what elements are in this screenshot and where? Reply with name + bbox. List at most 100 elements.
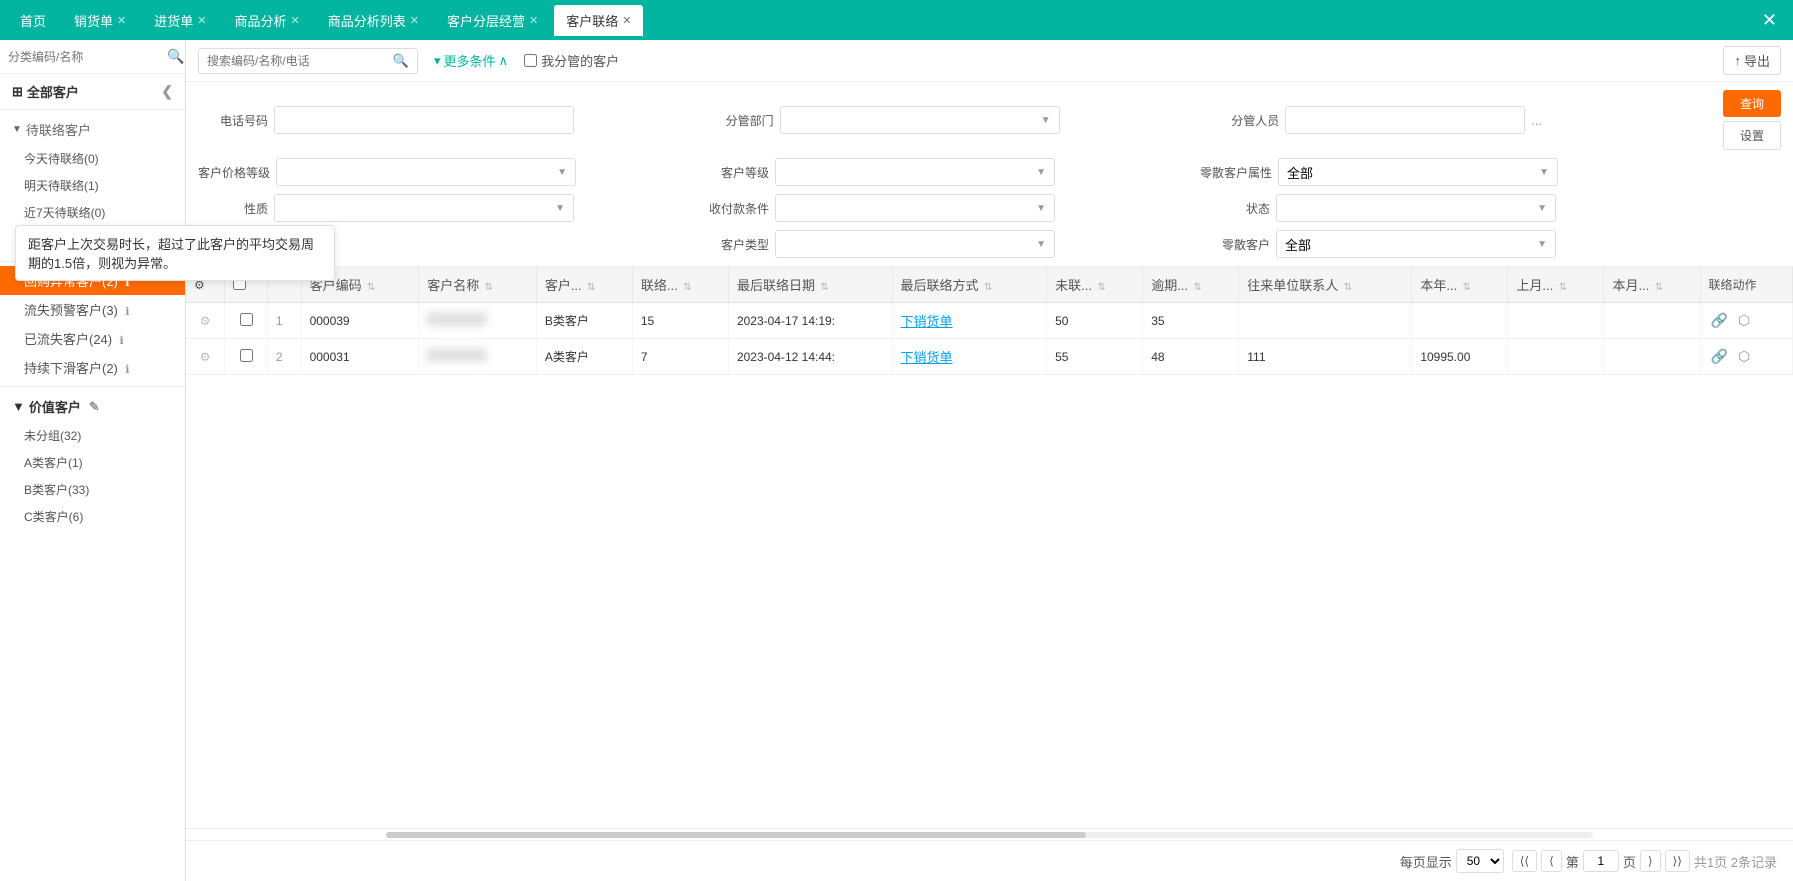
row-contact: 7 bbox=[632, 339, 728, 375]
chevron-down-icon-7: ▼ bbox=[1036, 239, 1046, 250]
col-name[interactable]: 客户名称 ⇅ bbox=[419, 267, 537, 303]
more-filters-button[interactable]: ▾ 更多条件 ∧ bbox=[426, 47, 516, 74]
my-customers-checkbox[interactable] bbox=[524, 54, 537, 67]
col-this-month[interactable]: 本月... ⇅ bbox=[1604, 267, 1700, 303]
close-tab-customer-layer-icon[interactable]: ✕ bbox=[529, 14, 538, 27]
nav-tab-purchase[interactable]: 进货单 ✕ bbox=[142, 5, 218, 36]
contact-grid-icon[interactable]: ⬡ bbox=[1738, 348, 1750, 365]
chevron-down-icon-8: ▼ bbox=[1537, 239, 1547, 250]
customer-grade-select[interactable]: ▼ bbox=[775, 158, 1055, 186]
dept-select[interactable]: ▼ bbox=[780, 106, 1060, 134]
row-last-method[interactable]: 下销货单 bbox=[892, 339, 1047, 375]
prev-page-button[interactable]: ⟨ bbox=[1541, 850, 1562, 872]
person-input[interactable] bbox=[1285, 106, 1525, 134]
customers-table: ⚙ 客户编码 ⇅ 客户名称 ⇅ 客户... ⇅ 联络... ⇅ 最后联络日期 ⇅… bbox=[186, 267, 1793, 375]
page-size-wrap: 每页显示 50 bbox=[1400, 849, 1504, 873]
col-last-month[interactable]: 上月... ⇅ bbox=[1508, 267, 1604, 303]
contact-link-icon[interactable]: 🔗 bbox=[1711, 312, 1728, 329]
nav-tab-home[interactable]: 首页 bbox=[8, 5, 58, 36]
sidebar-item-class-b[interactable]: B类客户(33) bbox=[0, 476, 185, 503]
col-unit-contact[interactable]: 往来单位联系人 ⇅ bbox=[1239, 267, 1412, 303]
sidebar-item-churned[interactable]: 已流失客户(24) ℹ bbox=[0, 324, 185, 353]
col-last-method[interactable]: 最后联络方式 ⇅ bbox=[892, 267, 1047, 303]
sidebar-search-input[interactable] bbox=[8, 50, 163, 64]
row-checkbox[interactable] bbox=[225, 303, 268, 339]
col-contact[interactable]: 联络... ⇅ bbox=[632, 267, 728, 303]
search-icon[interactable]: 🔍 bbox=[393, 53, 409, 69]
col-type[interactable]: 客户... ⇅ bbox=[536, 267, 632, 303]
sidebar-item-class-c[interactable]: C类客户(6) bbox=[0, 503, 185, 530]
filter-cell-nature: 性质 ▼ bbox=[198, 194, 691, 222]
col-this-year[interactable]: 本年... ⇅ bbox=[1412, 267, 1508, 303]
retail-attr-select[interactable]: 全部 ▼ bbox=[1278, 158, 1558, 186]
nav-tab-analysis-list[interactable]: 商品分析列表 ✕ bbox=[316, 5, 431, 36]
main-layout: 🔍 ⊞ 全部客户 ❮ ▼ 待联络客户 今天待联络(0) 明天待联络(1) 近7天… bbox=[0, 40, 1793, 881]
last-page-button[interactable]: ⟩⟩ bbox=[1665, 850, 1690, 872]
contact-link-icon[interactable]: 🔗 bbox=[1711, 348, 1728, 365]
row-actions: 🔗 ⬡ bbox=[1700, 303, 1793, 339]
nature-select[interactable]: ▼ bbox=[274, 194, 574, 222]
scroll-track[interactable] bbox=[386, 832, 1593, 838]
window-close-button[interactable]: ✕ bbox=[1754, 6, 1785, 35]
query-button[interactable]: 查询 bbox=[1723, 90, 1781, 117]
row-last-method[interactable]: 下销货单 bbox=[892, 303, 1047, 339]
row-settings[interactable]: ⚙ bbox=[186, 303, 225, 339]
table-row: ⚙ 1 000039 B类客户 15 2023-04-17 14:19: 下销货… bbox=[186, 303, 1793, 339]
close-tab-sales-icon[interactable]: ✕ bbox=[117, 14, 126, 27]
sidebar-value-customers-title[interactable]: ▼ 价值客户 ✎ bbox=[0, 391, 185, 422]
nav-tab-analysis[interactable]: 商品分析 ✕ bbox=[222, 5, 311, 36]
nav-tab-customer-layer[interactable]: 客户分层经营 ✕ bbox=[435, 5, 550, 36]
sidebar-item-declining[interactable]: 持续下滑客户(2) ℹ bbox=[0, 353, 185, 382]
chevron-up-icon: ∧ bbox=[499, 53, 509, 69]
nav-tab-customer-contact[interactable]: 客户联络 ✕ bbox=[554, 5, 643, 36]
price-grade-select[interactable]: ▼ bbox=[276, 158, 576, 186]
chevron-down-icon: ▼ bbox=[557, 167, 567, 178]
next-page-button[interactable]: ⟩ bbox=[1640, 850, 1661, 872]
edit-icon[interactable]: ✎ bbox=[89, 399, 100, 415]
first-page-button[interactable]: ⟨⟨ bbox=[1512, 850, 1537, 872]
sidebar-item-7days[interactable]: 近7天待联络(0) bbox=[0, 199, 185, 226]
filter-cell-person: 分管人员 ... bbox=[1209, 106, 1707, 134]
collapse-sidebar-icon[interactable]: ❮ bbox=[161, 83, 173, 100]
sort-year-icon: ⇅ bbox=[1463, 282, 1471, 293]
contact-grid-icon[interactable]: ⬡ bbox=[1738, 312, 1750, 329]
col-actions: 联络动作 bbox=[1700, 267, 1793, 303]
more-icon[interactable]: ... bbox=[1531, 113, 1542, 128]
col-uncontacted[interactable]: 未联... ⇅ bbox=[1047, 267, 1143, 303]
close-tab-customer-contact-icon[interactable]: ✕ bbox=[622, 14, 631, 27]
customer-type-select[interactable]: ▼ bbox=[775, 230, 1055, 258]
row-num: 2 bbox=[267, 339, 301, 375]
setting-button[interactable]: 设置 bbox=[1723, 121, 1781, 150]
col-last-date[interactable]: 最后联络日期 ⇅ bbox=[728, 267, 892, 303]
row-overdue: 48 bbox=[1143, 339, 1239, 375]
horizontal-scrollbar[interactable] bbox=[186, 828, 1793, 840]
page-size-select[interactable]: 50 bbox=[1456, 849, 1504, 873]
row-checkbox[interactable] bbox=[225, 339, 268, 375]
search-input[interactable] bbox=[207, 54, 389, 68]
dept-label: 分管部门 bbox=[704, 112, 774, 129]
table-header-row: ⚙ 客户编码 ⇅ 客户名称 ⇅ 客户... ⇅ 联络... ⇅ 最后联络日期 ⇅… bbox=[186, 267, 1793, 303]
phone-input[interactable] bbox=[274, 106, 574, 134]
page-number-input[interactable] bbox=[1583, 850, 1619, 872]
close-tab-purchase-icon[interactable]: ✕ bbox=[197, 14, 206, 27]
sidebar-group-pending-title[interactable]: ▼ 待联络客户 bbox=[0, 114, 185, 145]
scroll-thumb[interactable] bbox=[386, 832, 1086, 838]
sidebar-item-ungrouped[interactable]: 未分组(32) bbox=[0, 422, 185, 449]
sidebar-item-churn-warning[interactable]: 流失预警客户(3) ℹ bbox=[0, 295, 185, 324]
sidebar-item-tomorrow[interactable]: 明天待联络(1) bbox=[0, 172, 185, 199]
sidebar-item-today[interactable]: 今天待联络(0) bbox=[0, 145, 185, 172]
row-settings[interactable]: ⚙ bbox=[186, 339, 225, 375]
close-tab-analysis-icon[interactable]: ✕ bbox=[291, 14, 300, 27]
sidebar-item-class-a[interactable]: A类客户(1) bbox=[0, 449, 185, 476]
col-overdue[interactable]: 逾期... ⇅ bbox=[1143, 267, 1239, 303]
status-select[interactable]: ▼ bbox=[1276, 194, 1556, 222]
close-tab-analysis-list-icon[interactable]: ✕ bbox=[410, 14, 419, 27]
retail-customer-select[interactable]: 全部 ▼ bbox=[1276, 230, 1556, 258]
row-last-month bbox=[1508, 339, 1604, 375]
nav-tab-sales[interactable]: 销货单 ✕ bbox=[62, 5, 138, 36]
sidebar: 🔍 ⊞ 全部客户 ❮ ▼ 待联络客户 今天待联络(0) 明天待联络(1) 近7天… bbox=[0, 40, 186, 881]
row-unit-contact bbox=[1239, 303, 1412, 339]
payment-select[interactable]: ▼ bbox=[775, 194, 1055, 222]
sidebar-search-icon[interactable]: 🔍 bbox=[167, 48, 184, 65]
export-button[interactable]: ↑ 导出 bbox=[1723, 46, 1781, 75]
